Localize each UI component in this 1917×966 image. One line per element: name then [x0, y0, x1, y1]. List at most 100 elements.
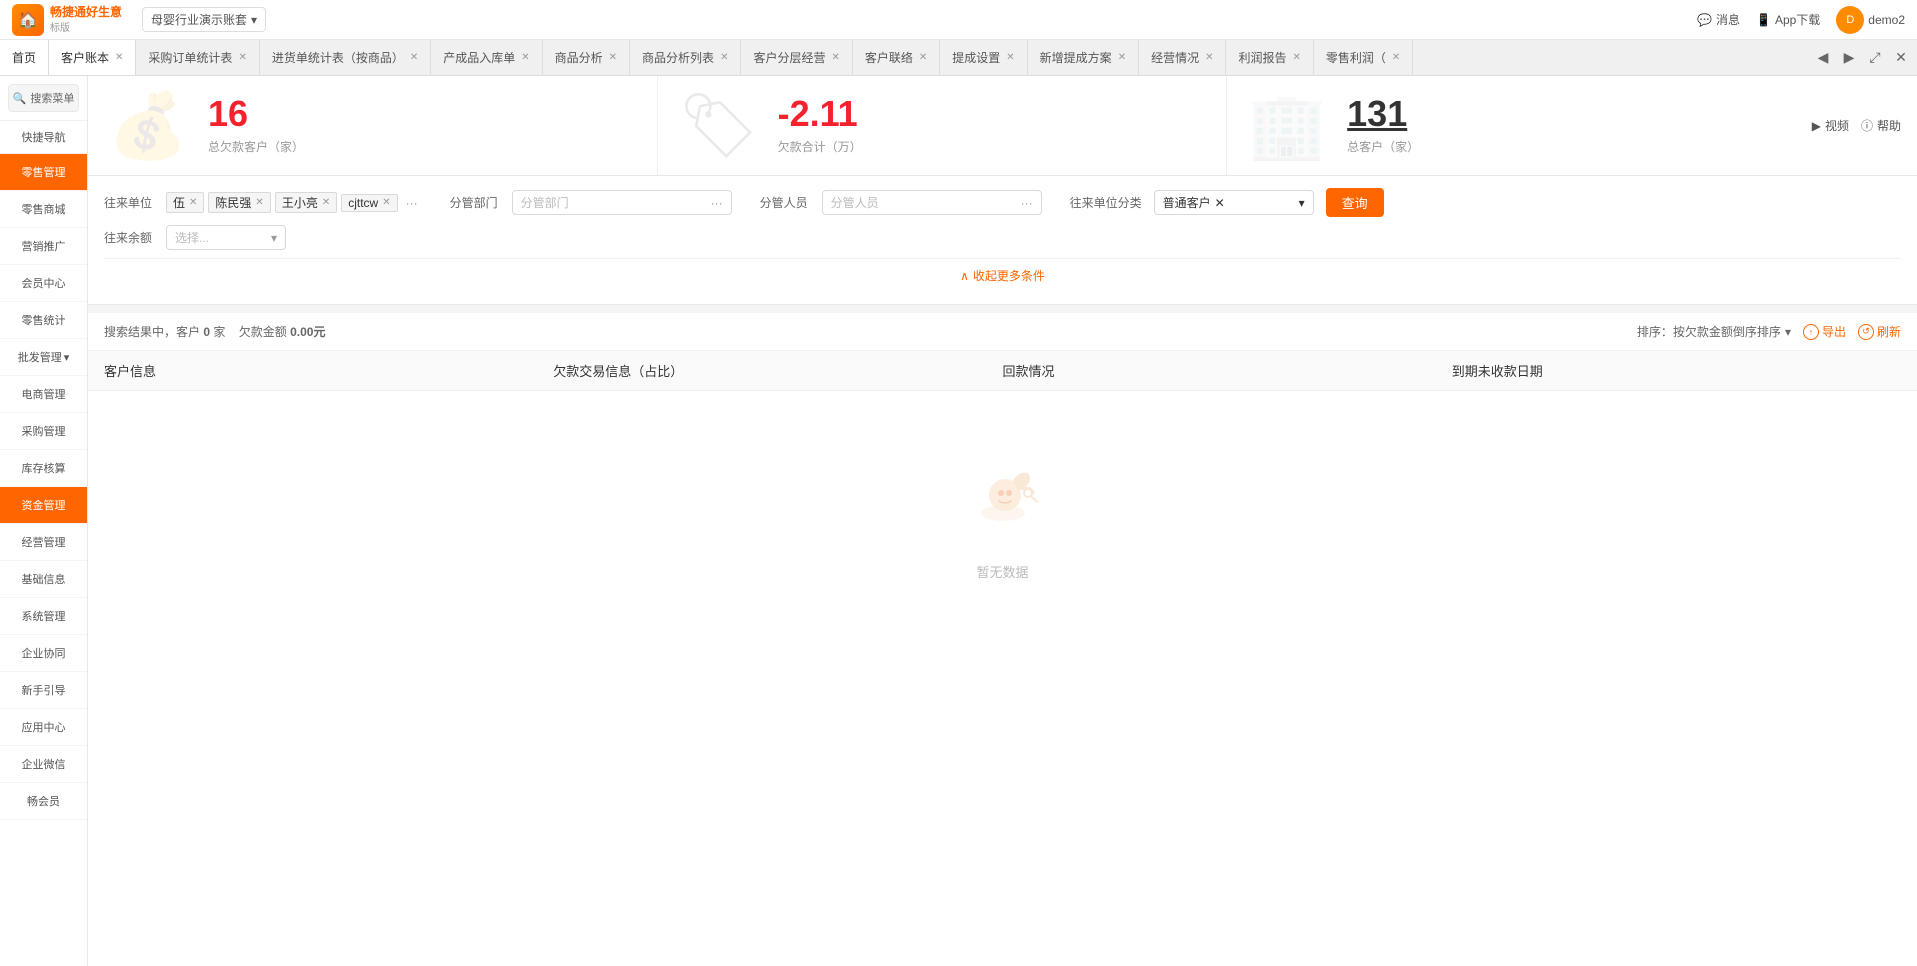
- tab-label: 商品分析: [555, 49, 603, 66]
- filter-tag-wang: 王小亮 ✕: [275, 192, 337, 213]
- stats-item-total-customers: 🏢 131 总客户（家）: [1226, 76, 1796, 175]
- export-icon: ↑: [1803, 324, 1819, 340]
- tab-product-inbound[interactable]: 产成品入库单 ✕: [431, 40, 542, 76]
- main-layout: 🔍 搜索菜单 快捷导航 零售管理 零售商城 营销推广 会员中心 零售统计 批发管…: [0, 76, 1917, 966]
- sidebar-item-finance[interactable]: 资金管理: [0, 487, 87, 524]
- tab-next-btn[interactable]: ▶: [1837, 46, 1861, 70]
- sidebar-item-retail-mall[interactable]: 零售商城: [0, 191, 87, 228]
- remove-tag-chen[interactable]: ✕: [255, 197, 263, 208]
- tab-prev-btn[interactable]: ◀: [1811, 46, 1835, 70]
- sidebar-item-ecommerce[interactable]: 电商管理: [0, 376, 87, 413]
- sidebar-item-basic-info[interactable]: 基础信息: [0, 561, 87, 598]
- tab-close-icon[interactable]: ✕: [1293, 52, 1301, 63]
- tab-operations[interactable]: 经营情况 ✕: [1139, 40, 1226, 76]
- quick-nav-btn[interactable]: 快捷导航: [0, 121, 87, 154]
- sort-select[interactable]: 排序：按欠款金额倒序排序 ▾: [1637, 323, 1791, 340]
- sidebar-item-retail[interactable]: 零售管理: [0, 154, 87, 191]
- search-button[interactable]: 查询: [1326, 188, 1384, 217]
- top-bar-left: 🏠 畅捷通好生意 标版 母婴行业演示账套 ▾: [12, 4, 266, 36]
- tab-close-icon[interactable]: ✕: [720, 52, 728, 63]
- sidebar-item-wholesale[interactable]: 批发管理 ▾: [0, 339, 87, 376]
- sidebar-item-wechat[interactable]: 企业微信: [0, 746, 87, 783]
- tab-purchase-order[interactable]: 采购订单统计表 ✕: [136, 40, 259, 76]
- tab-close-icon[interactable]: ✕: [238, 52, 246, 63]
- avatar: D: [1836, 6, 1864, 34]
- sidebar-item-operations[interactable]: 经营管理: [0, 524, 87, 561]
- user-menu[interactable]: D demo2: [1836, 6, 1905, 34]
- remove-tag-wu[interactable]: ✕: [189, 197, 197, 208]
- message-btn[interactable]: 💬 消息: [1697, 11, 1740, 28]
- sidebar-item-enterprise[interactable]: 企业协同: [0, 635, 87, 672]
- tab-close-icon[interactable]: ✕: [1392, 52, 1400, 63]
- filter-person-select[interactable]: 分管人员 ···: [822, 190, 1042, 215]
- filter-dept-select[interactable]: 分管部门 ···: [512, 190, 732, 215]
- logo-sub: 标版: [50, 19, 122, 34]
- tab-close-icon[interactable]: ✕: [410, 52, 418, 63]
- filter-more-btn[interactable]: ···: [402, 195, 422, 211]
- remove-tag-wang[interactable]: ✕: [322, 197, 330, 208]
- filter-unit-label: 往来单位: [104, 194, 154, 211]
- tab-close-icon[interactable]: ✕: [609, 52, 617, 63]
- tab-product-analysis[interactable]: 商品分析 ✕: [543, 40, 630, 76]
- filter-person-placeholder: 分管人员: [831, 194, 879, 211]
- stats-label-amount: 欠款合计（万）: [778, 138, 862, 155]
- tab-bar: 首页 客户账本 ✕ 采购订单统计表 ✕ 进货单统计表（按商品） ✕ 产成品入库单…: [0, 40, 1917, 76]
- help-link[interactable]: ⓘ 帮助: [1861, 117, 1901, 134]
- tab-close-icon[interactable]: ✕: [1118, 52, 1126, 63]
- tab-commission-setting[interactable]: 提成设置 ✕: [940, 40, 1027, 76]
- tab-retail-profit[interactable]: 零售利润（ ✕: [1314, 40, 1413, 76]
- tab-product-analysis-list[interactable]: 商品分析列表 ✕: [630, 40, 741, 76]
- tab-purchase-stats[interactable]: 进货单统计表（按商品） ✕: [260, 40, 431, 76]
- refresh-btn[interactable]: ↺ 刷新: [1858, 323, 1901, 340]
- tab-customer-tier[interactable]: 客户分层经营 ✕: [741, 40, 852, 76]
- tab-label: 利润报告: [1238, 49, 1286, 66]
- tab-close-icon[interactable]: ✕: [115, 52, 123, 63]
- col-due-date: 到期未收款日期: [1452, 361, 1901, 380]
- sidebar-item-system[interactable]: 系统管理: [0, 598, 87, 635]
- chevron-up-icon: ∧: [960, 269, 969, 283]
- search-menu-btn[interactable]: 🔍 搜索菜单: [8, 84, 79, 112]
- tab-customer-account[interactable]: 客户账本 ✕: [49, 40, 136, 76]
- store-selector[interactable]: 母婴行业演示账套 ▾: [142, 7, 266, 32]
- tab-customer-contact[interactable]: 客户联络 ✕: [853, 40, 940, 76]
- tab-new-commission[interactable]: 新增提成方案 ✕: [1028, 40, 1139, 76]
- tab-profit-report[interactable]: 利润报告 ✕: [1226, 40, 1313, 76]
- filter-tag-cjttcw: cjttcw ✕: [341, 194, 397, 212]
- video-link[interactable]: ▶ 视频: [1812, 117, 1849, 134]
- tab-home[interactable]: 首页: [0, 40, 49, 76]
- refresh-icon: ↺: [1858, 324, 1874, 340]
- filter-person-label: 分管人员: [760, 194, 810, 211]
- export-btn[interactable]: ↑ 导出: [1803, 323, 1846, 340]
- remove-unit-class[interactable]: ✕: [1215, 196, 1225, 210]
- sidebar: 🔍 搜索菜单 快捷导航 零售管理 零售商城 营销推广 会员中心 零售统计 批发管…: [0, 76, 88, 966]
- sidebar-item-retail-stats[interactable]: 零售统计: [0, 302, 87, 339]
- sidebar-item-newbie[interactable]: 新手引导: [0, 672, 87, 709]
- filter-balance-select[interactable]: 选择... ▾: [166, 225, 286, 250]
- sidebar-item-inventory[interactable]: 库存核算: [0, 450, 87, 487]
- tab-expand-btn[interactable]: ⤢: [1863, 46, 1887, 70]
- remove-tag-cjttcw[interactable]: ✕: [382, 197, 390, 208]
- filter-unit-class-select[interactable]: 普通客户 ✕ ▾: [1154, 190, 1314, 215]
- tab-close-icon[interactable]: ✕: [919, 52, 927, 63]
- stats-item-customers: 💰 16 总欠款客户（家）: [88, 76, 657, 175]
- collapse-btn[interactable]: ∧ 收起更多条件: [960, 267, 1045, 284]
- stats-bg-building-icon: 🏢: [1247, 88, 1327, 163]
- app-download-btn[interactable]: 📱 App下载: [1756, 11, 1820, 28]
- tab-close-icon[interactable]: ✕: [521, 52, 529, 63]
- sidebar-item-vip[interactable]: 畅会员: [0, 783, 87, 820]
- tab-minimize-btn[interactable]: ✕: [1889, 46, 1913, 70]
- store-name: 母婴行业演示账套: [151, 11, 247, 28]
- tab-close-icon[interactable]: ✕: [1205, 52, 1213, 63]
- sidebar-item-purchase[interactable]: 采购管理: [0, 413, 87, 450]
- col-debt-info: 欠款交易信息（占比）: [553, 361, 1002, 380]
- tab-close-icon[interactable]: ✕: [1006, 52, 1014, 63]
- tab-label: 采购订单统计表: [148, 49, 232, 66]
- sidebar-item-member[interactable]: 会员中心: [0, 265, 87, 302]
- sidebar-item-app-center[interactable]: 应用中心: [0, 709, 87, 746]
- top-bar-right: 💬 消息 📱 App下载 D demo2: [1697, 6, 1905, 34]
- result-info: 搜索结果中，客户 0 家 欠款金额 0.00元: [104, 323, 325, 340]
- filter-dept-placeholder: 分管部门: [521, 194, 569, 211]
- sidebar-item-marketing[interactable]: 营销推广: [0, 228, 87, 265]
- tab-close-icon[interactable]: ✕: [831, 52, 839, 63]
- play-icon: ▶: [1812, 119, 1821, 133]
